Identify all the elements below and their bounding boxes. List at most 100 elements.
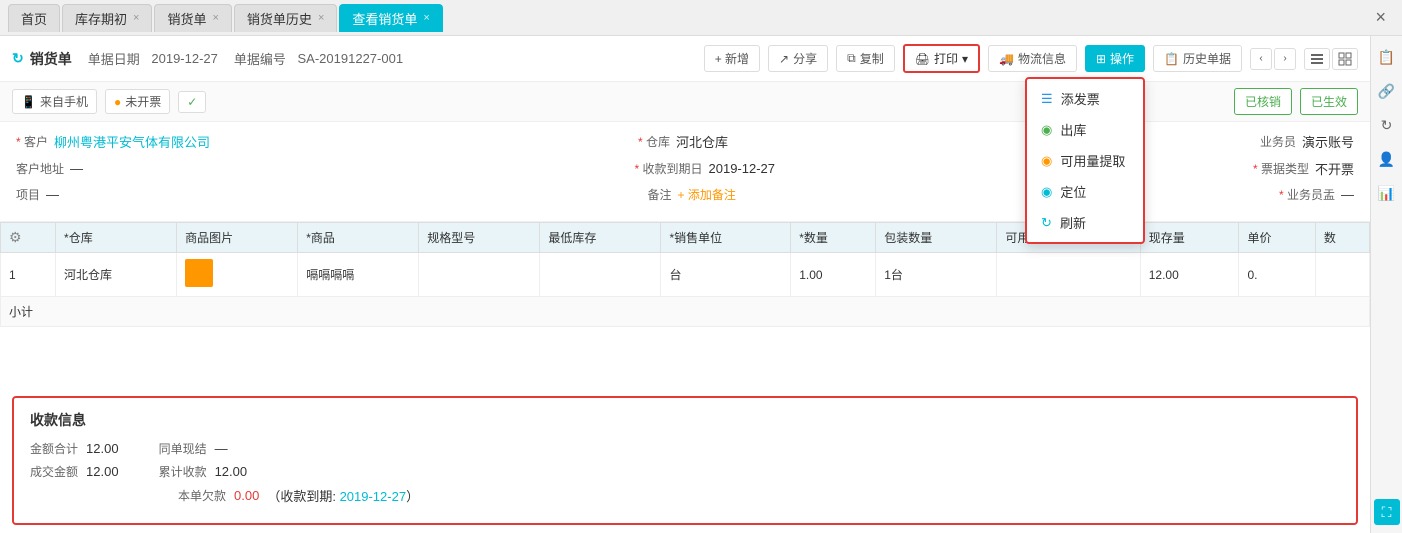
print-icon: 🖨 — [915, 52, 930, 66]
col-quantity: *数量 — [791, 223, 876, 253]
phone-icon: 📱 — [21, 95, 36, 109]
bottom-panel-title: 收款信息 — [30, 410, 1340, 430]
due-amount-value: 0.00 — [234, 488, 259, 503]
history-button[interactable]: 📋 历史单据 — [1153, 45, 1242, 72]
employee2-field: 业务员盂 — — [1279, 186, 1354, 203]
invoice-icon: ☰ — [1041, 91, 1053, 107]
tab-sales-history[interactable]: 销货单历史 × — [234, 4, 337, 32]
sidebar-link-icon[interactable]: 🔗 — [1374, 78, 1400, 104]
deal-amount-label: 成交金额 — [30, 463, 78, 480]
check-button[interactable]: ✓ — [178, 91, 206, 113]
row-spec — [419, 253, 540, 297]
deal-amount-item: 成交金额 12.00 — [30, 463, 119, 480]
customer-label: 客户 — [16, 133, 48, 150]
tab-view-sales-close[interactable]: × — [423, 12, 429, 24]
employee-label: 业务员 — [1260, 133, 1296, 150]
project-field: 项目 — — [16, 186, 623, 203]
employee2-label: 业务员盂 — [1279, 186, 1335, 203]
print-button[interactable]: 🖨 打印 ▾ — [903, 44, 980, 73]
grid-view-button[interactable] — [1332, 48, 1358, 70]
employee-value: 演示账号 — [1302, 132, 1354, 151]
row-product: 嗝嗝嗝嗝 — [298, 253, 419, 297]
sidebar-expand-icon[interactable]: ⛶ — [1374, 499, 1400, 525]
settings-icon: ⚙ — [9, 229, 22, 245]
sold-status-button[interactable]: 已核销 — [1234, 88, 1292, 115]
tab-home[interactable]: 首页 — [8, 4, 60, 32]
products-table: ⚙ *仓库 商品图片 *商品 规格型号 最低库存 *销售单位 *数量 包装数量 … — [0, 222, 1370, 327]
tab-inventory-label: 库存期初 — [75, 9, 127, 28]
tab-sales-close[interactable]: × — [212, 12, 218, 24]
next-button[interactable]: › — [1274, 48, 1296, 70]
dropdown-item-outbound[interactable]: ◉ 出库 — [1027, 114, 1143, 145]
bottom-panel: 收款信息 金额合计 12.00 同单现结 — 成交金额 12.00 累计收款 — [12, 396, 1358, 525]
list-view-button[interactable] — [1304, 48, 1330, 70]
col-product: *商品 — [298, 223, 419, 253]
payment-date-label: 收款到期日 — [634, 160, 702, 177]
address-value: — — [70, 161, 83, 176]
toolbar: + 新增 ↗ 分享 ⧉ 复制 🖨 打印 ▾ 🚚 — [704, 44, 1358, 73]
tab-home-label: 首页 — [21, 9, 47, 28]
col-warehouse: *仓库 — [56, 223, 177, 253]
customer-value[interactable]: 柳州粤港平安气体有限公司 — [54, 132, 210, 151]
nav-arrows: ‹ › — [1250, 48, 1296, 70]
tab-bar-close-button[interactable]: × — [1367, 7, 1394, 28]
col-price: 单价 — [1239, 223, 1315, 253]
dropdown-item-available[interactable]: ◉ 可用量提取 — [1027, 145, 1143, 176]
tab-sales[interactable]: 销货单 × — [154, 4, 231, 32]
col-current: 现存量 — [1140, 223, 1239, 253]
doc-meta: 单据日期 2019-12-27 单据编号 SA-20191227-001 — [88, 49, 403, 68]
col-settings[interactable]: ⚙ — [1, 223, 56, 253]
cumulative-value: 12.00 — [215, 464, 248, 479]
share-button[interactable]: ↗ 分享 — [768, 45, 828, 72]
tab-view-sales[interactable]: 查看销货单 × — [339, 4, 442, 32]
operation-button[interactable]: ⊞ 操作 — [1085, 45, 1145, 72]
sidebar-doc-icon[interactable]: 📋 — [1374, 44, 1400, 70]
row-price: 0. — [1239, 253, 1315, 297]
subtotal-label: 小计 — [1, 297, 1370, 327]
prev-button[interactable]: ‹ — [1250, 48, 1272, 70]
logistics-icon: 🚚 — [999, 52, 1014, 66]
doc-header: ↻ 销货单 单据日期 2019-12-27 单据编号 SA-20191227-0… — [0, 36, 1370, 82]
tab-sales-label: 销货单 — [167, 9, 206, 28]
sidebar-chart-icon[interactable]: 📊 — [1374, 180, 1400, 206]
deal-amount-value: 12.00 — [86, 464, 119, 479]
tab-view-sales-label: 查看销货单 — [352, 9, 417, 28]
tab-sales-history-close[interactable]: × — [318, 12, 324, 24]
form-row-3: 项目 — 备注 + 添加备注 业务员盂 — — [16, 186, 1354, 203]
cumulative-item: 累计收款 12.00 — [159, 463, 248, 480]
dropdown-item-locate[interactable]: ◉ 定位 — [1027, 176, 1143, 207]
tab-inventory-close[interactable]: × — [133, 12, 139, 24]
add-note-button[interactable]: + 添加备注 — [678, 186, 736, 203]
tab-bar: 首页 库存期初 × 销货单 × 销货单历史 × 查看销货单 × × — [0, 0, 1402, 36]
subtotal-row: 小计 — [1, 297, 1370, 327]
tab-inventory[interactable]: 库存期初 × — [62, 4, 152, 32]
effect-status-button[interactable]: 已生效 — [1300, 88, 1358, 115]
sidebar-refresh-icon[interactable]: ↻ — [1374, 112, 1400, 138]
address-label: 客户地址 — [16, 160, 64, 177]
row-pack-qty: 1台 — [876, 253, 997, 297]
remark-label: 备注 — [647, 186, 671, 203]
dot-icon: ● — [114, 95, 121, 109]
due-amount-label: 本单欠款 — [178, 487, 226, 504]
logistics-button[interactable]: 🚚 物流信息 — [988, 45, 1077, 72]
not-open-ticket-button[interactable]: ● 未开票 — [105, 89, 170, 114]
row-current: 12.00 — [1140, 253, 1239, 297]
sidebar-user-icon[interactable]: 👤 — [1374, 146, 1400, 172]
table-row: 1 河北仓库 嗝嗝嗝嗝 台 1.00 1台 12.00 0. — [1, 253, 1370, 297]
add-button[interactable]: + 新增 — [704, 45, 760, 72]
total-amount-label: 金额合计 — [30, 440, 78, 457]
view-toggle — [1304, 48, 1358, 70]
row-amount — [1315, 253, 1369, 297]
print-arrow-icon: ▾ — [962, 52, 968, 66]
copy-button[interactable]: ⧉ 复制 — [836, 45, 895, 72]
customer-field: 客户 柳州粤港平安气体有限公司 — [16, 132, 614, 151]
from-phone-button[interactable]: 📱 来自手机 — [12, 89, 97, 114]
due-date: 2019-12-27 — [340, 489, 407, 504]
row-unit: 台 — [661, 253, 791, 297]
dropdown-item-invoice[interactable]: ☰ 添发票 — [1027, 83, 1143, 114]
copy-icon: ⧉ — [847, 51, 856, 66]
table-header-row: ⚙ *仓库 商品图片 *商品 规格型号 最低库存 *销售单位 *数量 包装数量 … — [1, 223, 1370, 253]
col-min-stock: 最低库存 — [540, 223, 661, 253]
dropdown-item-refresh[interactable]: ↻ 刷新 — [1027, 207, 1143, 238]
available-icon: ◉ — [1041, 153, 1052, 169]
